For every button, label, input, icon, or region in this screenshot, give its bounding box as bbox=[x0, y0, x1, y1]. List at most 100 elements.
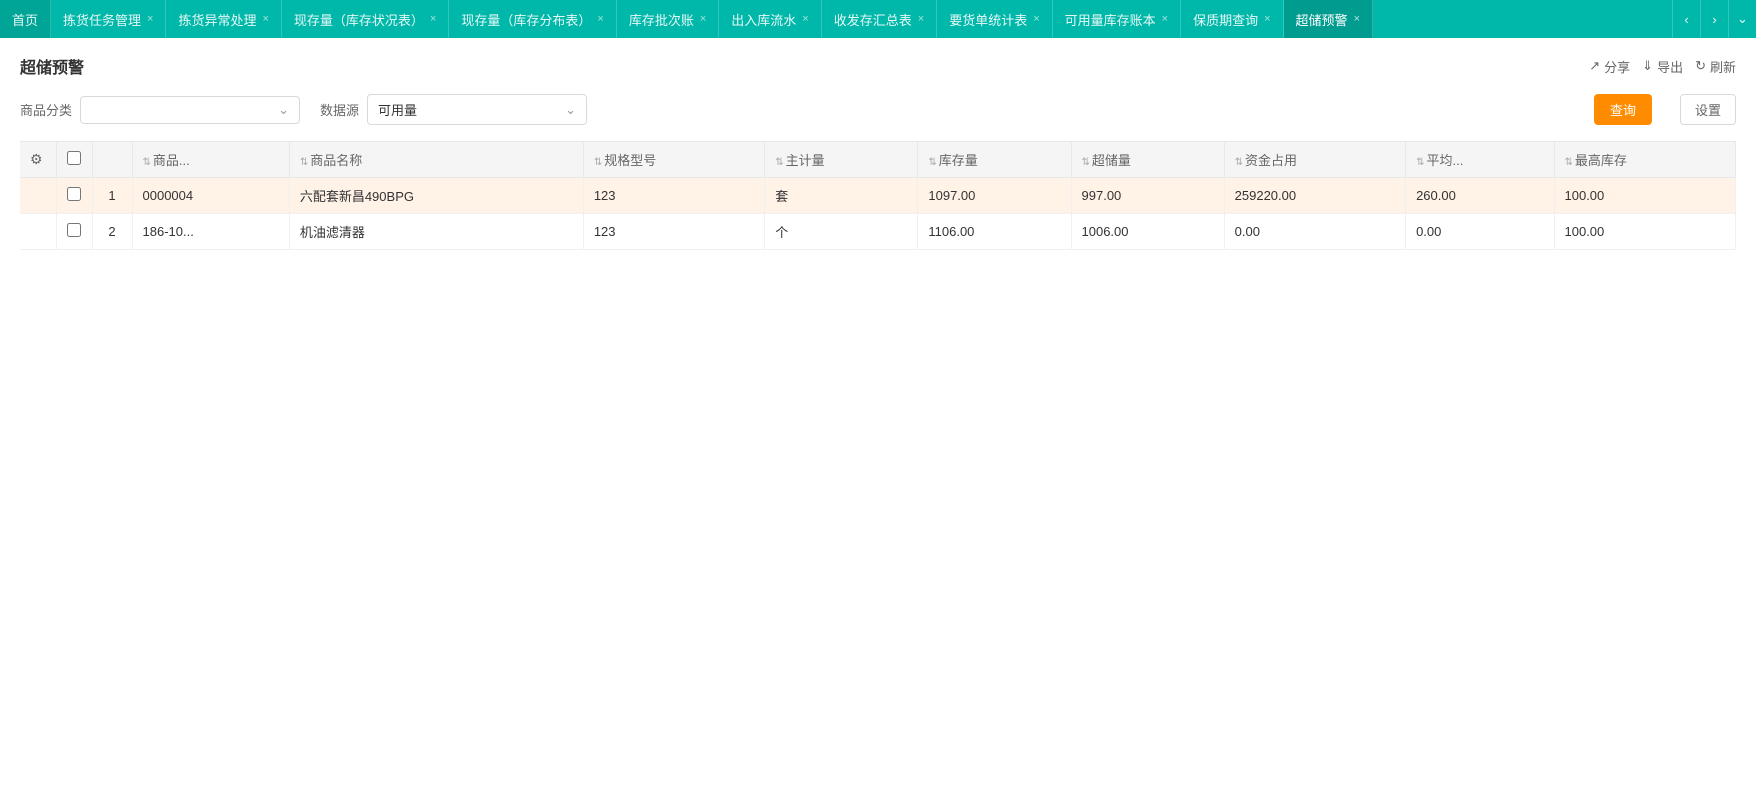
nav-tab-8[interactable]: 可用量库存账本 × bbox=[1053, 0, 1181, 38]
row-maxstock-1: 100.00 bbox=[1554, 214, 1736, 250]
row-product-name-1: 机油滤清器 bbox=[289, 214, 583, 250]
select-all-checkbox[interactable] bbox=[67, 151, 81, 165]
nav-tab-active[interactable]: 超储预警 × bbox=[1284, 0, 1373, 38]
page-header: 超储预警 ↗ 分享 ⇓ 导出 ↻ 刷新 bbox=[20, 54, 1736, 78]
row-stock-1: 1106.00 bbox=[918, 214, 1071, 250]
refresh-button[interactable]: ↻ 刷新 bbox=[1695, 57, 1736, 76]
nav-tab-7[interactable]: 要货单统计表 × bbox=[937, 0, 1052, 38]
nav-expand-arrow[interactable]: ⌄ bbox=[1728, 0, 1756, 38]
col-spec-header[interactable]: ⇅规格型号 bbox=[583, 142, 764, 178]
col-product-code-header[interactable]: ⇅商品... bbox=[132, 142, 289, 178]
row-avg-1: 0.00 bbox=[1406, 214, 1554, 250]
tab-label-2: 现存量（库存状况表） bbox=[294, 10, 424, 29]
tab-label-7: 要货单统计表 bbox=[949, 10, 1027, 29]
data-table: ⚙ ⇅商品... ⇅商品名称 ⇅规格型号 ⇅主计量 bbox=[20, 141, 1736, 250]
export-button[interactable]: ⇓ 导出 bbox=[1642, 57, 1683, 76]
gear-icon[interactable]: ⚙ bbox=[30, 151, 43, 167]
tab-close-6[interactable]: × bbox=[918, 13, 924, 25]
tab-close-active[interactable]: × bbox=[1354, 13, 1360, 25]
col-settings-header[interactable]: ⚙ bbox=[20, 142, 56, 178]
filter-data-source: 数据源 可用量 ⌄ bbox=[320, 94, 587, 125]
tab-close-5[interactable]: × bbox=[802, 13, 808, 25]
sort-icon-9: ⇅ bbox=[1565, 157, 1573, 168]
row-overstock-1: 1006.00 bbox=[1071, 214, 1224, 250]
row-product-code-1: 186-10... bbox=[132, 214, 289, 250]
tab-close-1[interactable]: × bbox=[262, 13, 268, 25]
row-checkbox-input-0[interactable] bbox=[67, 187, 81, 201]
row-checkbox-0[interactable] bbox=[56, 178, 92, 214]
table-row[interactable]: 1 0000004 六配套新昌490BPG 123 套 1097.00 997.… bbox=[20, 178, 1736, 214]
col-capital-header[interactable]: ⇅资金占用 bbox=[1224, 142, 1405, 178]
data-source-label: 数据源 bbox=[320, 100, 359, 119]
row-product-name-0: 六配套新昌490BPG bbox=[289, 178, 583, 214]
nav-arrows: ‹ › ⌄ bbox=[1672, 0, 1756, 38]
query-button[interactable]: 查询 bbox=[1594, 94, 1652, 125]
tab-close-7[interactable]: × bbox=[1033, 13, 1039, 25]
tab-label-1: 拣货异常处理 bbox=[178, 10, 256, 29]
share-button[interactable]: ↗ 分享 bbox=[1589, 57, 1630, 76]
page-title: 超储预警 bbox=[20, 54, 84, 78]
nav-home[interactable]: 首页 bbox=[0, 0, 51, 38]
col-checkbox-header[interactable] bbox=[56, 142, 92, 178]
row-maxstock-0: 100.00 bbox=[1554, 178, 1736, 214]
col-stock-header[interactable]: ⇅库存量 bbox=[918, 142, 1071, 178]
table-header: ⚙ ⇅商品... ⇅商品名称 ⇅规格型号 ⇅主计量 bbox=[20, 142, 1736, 178]
header-actions: ↗ 分享 ⇓ 导出 ↻ 刷新 bbox=[1589, 57, 1736, 76]
table-row[interactable]: 2 186-10... 机油滤清器 123 个 1106.00 1006.00 … bbox=[20, 214, 1736, 250]
tab-label-9: 保质期查询 bbox=[1193, 10, 1258, 29]
tab-close-4[interactable]: × bbox=[700, 13, 706, 25]
nav-tab-6[interactable]: 收发存汇总表 × bbox=[822, 0, 937, 38]
product-category-label: 商品分类 bbox=[20, 100, 72, 119]
tab-label-3: 现存量（库存分布表） bbox=[461, 10, 591, 29]
tab-label-5: 出入库流水 bbox=[731, 10, 796, 29]
export-label: 导出 bbox=[1657, 57, 1683, 76]
nav-tab-1[interactable]: 拣货异常处理 × bbox=[166, 0, 281, 38]
table-body: 1 0000004 六配套新昌490BPG 123 套 1097.00 997.… bbox=[20, 178, 1736, 250]
data-source-value: 可用量 bbox=[378, 100, 417, 119]
col-avg-header[interactable]: ⇅平均... bbox=[1406, 142, 1554, 178]
tab-close-3[interactable]: × bbox=[597, 13, 603, 25]
tab-close-9[interactable]: × bbox=[1264, 13, 1270, 25]
tab-label-0: 拣货任务管理 bbox=[63, 10, 141, 29]
row-settings-1 bbox=[20, 214, 56, 250]
row-unit-1: 个 bbox=[765, 214, 918, 250]
nav-tab-0[interactable]: 拣货任务管理 × bbox=[51, 0, 166, 38]
home-label: 首页 bbox=[12, 10, 38, 29]
nav-next-arrow[interactable]: › bbox=[1700, 0, 1728, 38]
main-nav[interactable]: 首页 拣货任务管理 × 拣货异常处理 × 现存量（库存状况表） × 现存量（库存… bbox=[0, 0, 1756, 38]
sort-icon-2: ⇅ bbox=[300, 157, 308, 168]
nav-tab-4[interactable]: 库存批次账 × bbox=[617, 0, 719, 38]
data-source-select[interactable]: 可用量 ⌄ bbox=[367, 94, 587, 125]
main-content: 超储预警 ↗ 分享 ⇓ 导出 ↻ 刷新 商品分类 ⌄ 数据源 bbox=[0, 38, 1756, 800]
sort-icon-4: ⇅ bbox=[775, 157, 783, 168]
tab-close-8[interactable]: × bbox=[1162, 13, 1168, 25]
product-category-select[interactable]: ⌄ bbox=[80, 96, 300, 124]
nav-prev-arrow[interactable]: ‹ bbox=[1672, 0, 1700, 38]
col-maxstock-header[interactable]: ⇅最高库存 bbox=[1554, 142, 1736, 178]
col-overstock-header[interactable]: ⇅超储量 bbox=[1071, 142, 1224, 178]
chevron-down-icon: ⌄ bbox=[278, 102, 289, 118]
export-icon: ⇓ bbox=[1642, 58, 1653, 74]
row-checkbox-input-1[interactable] bbox=[67, 223, 81, 237]
settings-button[interactable]: 设置 bbox=[1680, 94, 1736, 125]
data-source-chevron-icon: ⌄ bbox=[565, 102, 576, 118]
nav-tab-2[interactable]: 现存量（库存状况表） × bbox=[282, 0, 449, 38]
nav-tab-3[interactable]: 现存量（库存分布表） × bbox=[449, 0, 616, 38]
row-capital-0: 259220.00 bbox=[1224, 178, 1405, 214]
tab-label-active: 超储预警 bbox=[1296, 10, 1348, 29]
col-rownum-header bbox=[92, 142, 132, 178]
row-capital-1: 0.00 bbox=[1224, 214, 1405, 250]
nav-tab-9[interactable]: 保质期查询 × bbox=[1181, 0, 1283, 38]
nav-tab-5[interactable]: 出入库流水 × bbox=[719, 0, 821, 38]
row-unit-0: 套 bbox=[765, 178, 918, 214]
row-num-0: 1 bbox=[92, 178, 132, 214]
row-checkbox-1[interactable] bbox=[56, 214, 92, 250]
sort-icon-8: ⇅ bbox=[1416, 157, 1424, 168]
row-num-1: 2 bbox=[92, 214, 132, 250]
row-stock-0: 1097.00 bbox=[918, 178, 1071, 214]
row-product-code-0: 0000004 bbox=[132, 178, 289, 214]
col-unit-header[interactable]: ⇅主计量 bbox=[765, 142, 918, 178]
tab-close-0[interactable]: × bbox=[147, 13, 153, 25]
tab-close-2[interactable]: × bbox=[430, 13, 436, 25]
col-product-name-header[interactable]: ⇅商品名称 bbox=[289, 142, 583, 178]
